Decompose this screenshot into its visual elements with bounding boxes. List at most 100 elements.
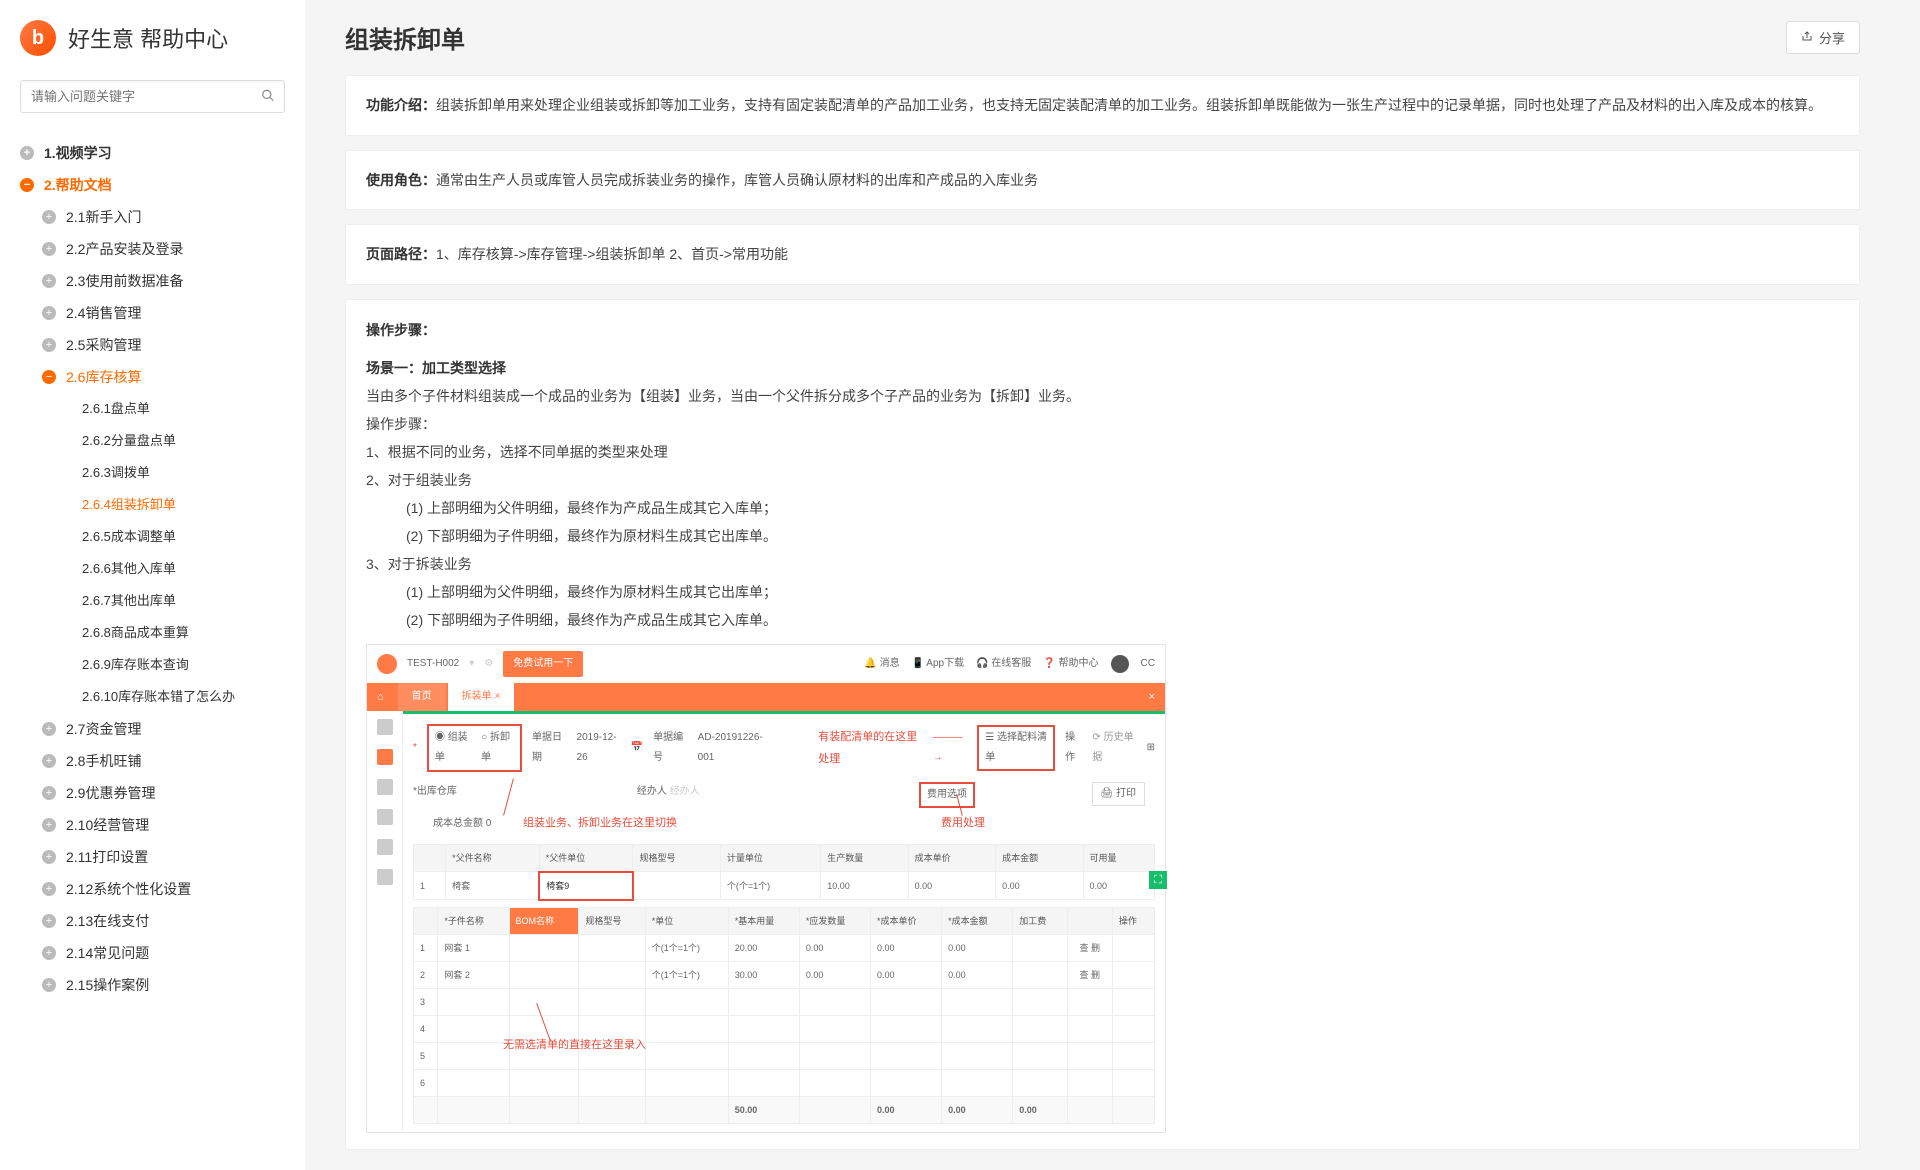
shot-logo-icon xyxy=(377,654,397,674)
toggle-icon: + xyxy=(42,338,56,352)
shot-side-icon xyxy=(377,749,393,765)
shot-content: * ◉ 组装单 ○ 拆卸单 单据日期 2019-12-26 📅 单据编号 AD-… xyxy=(403,711,1165,1132)
shot-link-app: App下载 xyxy=(926,658,964,669)
chevron-down-icon: ▾ xyxy=(469,654,474,674)
nav-item[interactable]: +2.10经营管理 xyxy=(20,809,285,841)
shot-side-icon xyxy=(377,779,393,795)
grid-icon: ⊞ xyxy=(1147,738,1155,758)
nav-item[interactable]: +2.12系统个性化设置 xyxy=(20,873,285,905)
nav-item[interactable]: +2.5采购管理 xyxy=(20,329,285,361)
shot-nav: ⌂ 首页 拆装单 × × xyxy=(367,683,1165,711)
path-label: 页面路径： xyxy=(366,246,436,262)
shot-op-label: 操作 xyxy=(1065,728,1082,768)
search-input[interactable] xyxy=(20,80,285,113)
scene-desc: 当由多个子件材料组装成一个成品的业务为【组装】业务，当由一个父件拆分成多个子产品… xyxy=(366,382,1839,410)
share-button[interactable]: 分享 xyxy=(1786,21,1860,54)
shot-tab-active: 拆装单 × xyxy=(448,683,515,711)
shot-side-icon xyxy=(377,839,393,855)
nav-item[interactable]: +2.3使用前数据准备 xyxy=(20,265,285,297)
nav-item[interactable]: +2.4销售管理 xyxy=(20,297,285,329)
toggle-icon: − xyxy=(42,370,56,384)
shot-anno-direct: 无需选清单的直接在这里录入 xyxy=(503,1034,646,1056)
shot-anno-config: 有装配清单的在这里处理 xyxy=(818,726,922,770)
toggle-icon: + xyxy=(42,850,56,864)
toggle-icon: + xyxy=(42,242,56,256)
shot-history: 历史单据 xyxy=(1092,732,1133,763)
title-row: 组装拆卸单 分享 xyxy=(345,20,1860,55)
toggle-icon: + xyxy=(42,818,56,832)
avatar-icon xyxy=(1111,655,1129,673)
shot-side-icon xyxy=(377,869,393,885)
share-label: 分享 xyxy=(1819,28,1845,47)
shot-order-label: 单据编号 xyxy=(653,728,688,768)
nav-item[interactable]: 2.6.7其他出库单 xyxy=(20,585,285,617)
search-icon[interactable] xyxy=(261,88,275,105)
nav-item[interactable]: 2.6.3调拨单 xyxy=(20,457,285,489)
path-text: 1、库存核算->库存管理->组装拆卸单 2、首页->常用功能 xyxy=(436,246,788,262)
shot-top-right: 🔔 消息 📱 App下载 🎧 在线客服 ❓ 帮助中心 CC xyxy=(864,654,1155,674)
nav-item[interactable]: −2.帮助文档 xyxy=(20,169,285,201)
intro-card: 功能介绍：组装拆卸单用来处理企业组装或拆卸等加工业务，支持有固定装配清单的产品加… xyxy=(345,75,1860,136)
toggle-icon: + xyxy=(42,914,56,928)
shot-cost-value: 0 xyxy=(486,818,492,829)
shot-trial-button: 免费试用一下 xyxy=(503,651,583,677)
nav-item[interactable]: 2.6.10库存账本错了怎么办 xyxy=(20,681,285,713)
shot-link-help: 帮助中心 xyxy=(1059,658,1099,669)
shot-print-button: 🖨 打印 xyxy=(1092,782,1145,806)
nav-item[interactable]: +2.7资金管理 xyxy=(20,713,285,745)
shot-cost-label: 成本总金额 xyxy=(433,818,483,829)
home-icon: ⌂ xyxy=(377,686,384,708)
step-2-2: (2) 下部明细为子件明细，最终作为原材料生成其它出库单。 xyxy=(366,522,1839,550)
toggle-icon: + xyxy=(42,978,56,992)
nav-item[interactable]: 2.6.8商品成本重算 xyxy=(20,617,285,649)
step-1: 1、根据不同的业务，选择不同单据的类型来处理 xyxy=(366,438,1839,466)
nav-item[interactable]: +2.11打印设置 xyxy=(20,841,285,873)
toggle-icon: + xyxy=(42,754,56,768)
shot-sidebar xyxy=(367,711,403,1132)
shot-anno-switch: 组装业务、拆卸业务在这里切换 xyxy=(523,812,677,834)
nav-item[interactable]: +2.1新手入门 xyxy=(20,201,285,233)
scene-title: 场景一：加工类型选择 xyxy=(366,354,1839,382)
toggle-icon: + xyxy=(42,946,56,960)
nav-item[interactable]: +2.14常见问题 xyxy=(20,937,285,969)
toggle-icon: + xyxy=(42,210,56,224)
role-text: 通常由生产人员或库管人员完成拆装业务的操作，库管人员确认原材料的出库和产成品的入… xyxy=(436,172,1038,188)
nav-item[interactable]: 2.6.6其他入库单 xyxy=(20,553,285,585)
logo-icon: b xyxy=(20,20,56,56)
share-icon xyxy=(1801,30,1813,45)
shot-radio-1: 组装单 xyxy=(435,732,468,763)
shot-link-msg: 消息 xyxy=(880,658,900,669)
shot-anno-fee: 费用处理 xyxy=(941,812,985,834)
nav-item[interactable]: 2.6.2分量盘点单 xyxy=(20,425,285,457)
toggle-icon: + xyxy=(42,274,56,288)
shot-parent-table: *父件名称*父件单位规格型号计量单位生产数量成本单价成本金额可用量 1椅套椅套9… xyxy=(413,844,1155,901)
nav-item[interactable]: +2.13在线支付 xyxy=(20,905,285,937)
nav-item[interactable]: 2.6.5成本调整单 xyxy=(20,521,285,553)
step-2-1: (1) 上部明细为父件明细，最终作为产成品生成其它入库单； xyxy=(366,494,1839,522)
intro-text: 组装拆卸单用来处理企业组装或拆卸等加工业务，支持有固定装配清单的产品加工业务，也… xyxy=(436,97,1822,113)
step-3-1: (1) 上部明细为父件明细，最终作为原材料生成其它出库单； xyxy=(366,578,1839,606)
shot-side-icon xyxy=(377,719,393,735)
nav-item[interactable]: +2.9优惠券管理 xyxy=(20,777,285,809)
gear-icon: ⚙ xyxy=(484,654,493,674)
nav-item[interactable]: +1.视频学习 xyxy=(20,137,285,169)
shot-person-label: 经办人 xyxy=(637,786,667,797)
calendar-icon: 📅 xyxy=(631,738,643,758)
shot-tab-home: 首页 xyxy=(398,683,446,711)
intro-label: 功能介绍： xyxy=(366,97,436,113)
nav-item[interactable]: −2.6库存核算 xyxy=(20,361,285,393)
nav-item[interactable]: 2.6.9库存账本查询 xyxy=(20,649,285,681)
toggle-icon: + xyxy=(42,786,56,800)
shot-person-ph: 经办人 xyxy=(670,786,700,797)
nav-item[interactable]: +2.2产品安装及登录 xyxy=(20,233,285,265)
shot-date-value: 2019-12-26 xyxy=(577,728,621,768)
shot-order-value: AD-20191226-001 xyxy=(698,728,769,768)
nav-item[interactable]: 2.6.1盘点单 xyxy=(20,393,285,425)
logo-text: 好生意 帮助中心 xyxy=(68,22,228,54)
embedded-screenshot: TEST-H002 ▾ ⚙ 免费试用一下 🔔 消息 📱 App下载 🎧 在线客服… xyxy=(366,644,1166,1133)
nav-item[interactable]: +2.8手机旺铺 xyxy=(20,745,285,777)
toggle-icon: + xyxy=(20,146,34,160)
path-card: 页面路径：1、库存核算->库存管理->组装拆卸单 2、首页->常用功能 xyxy=(345,224,1860,285)
nav-item[interactable]: 2.6.4组装拆卸单 xyxy=(20,489,285,521)
nav-item[interactable]: +2.15操作案例 xyxy=(20,969,285,1001)
